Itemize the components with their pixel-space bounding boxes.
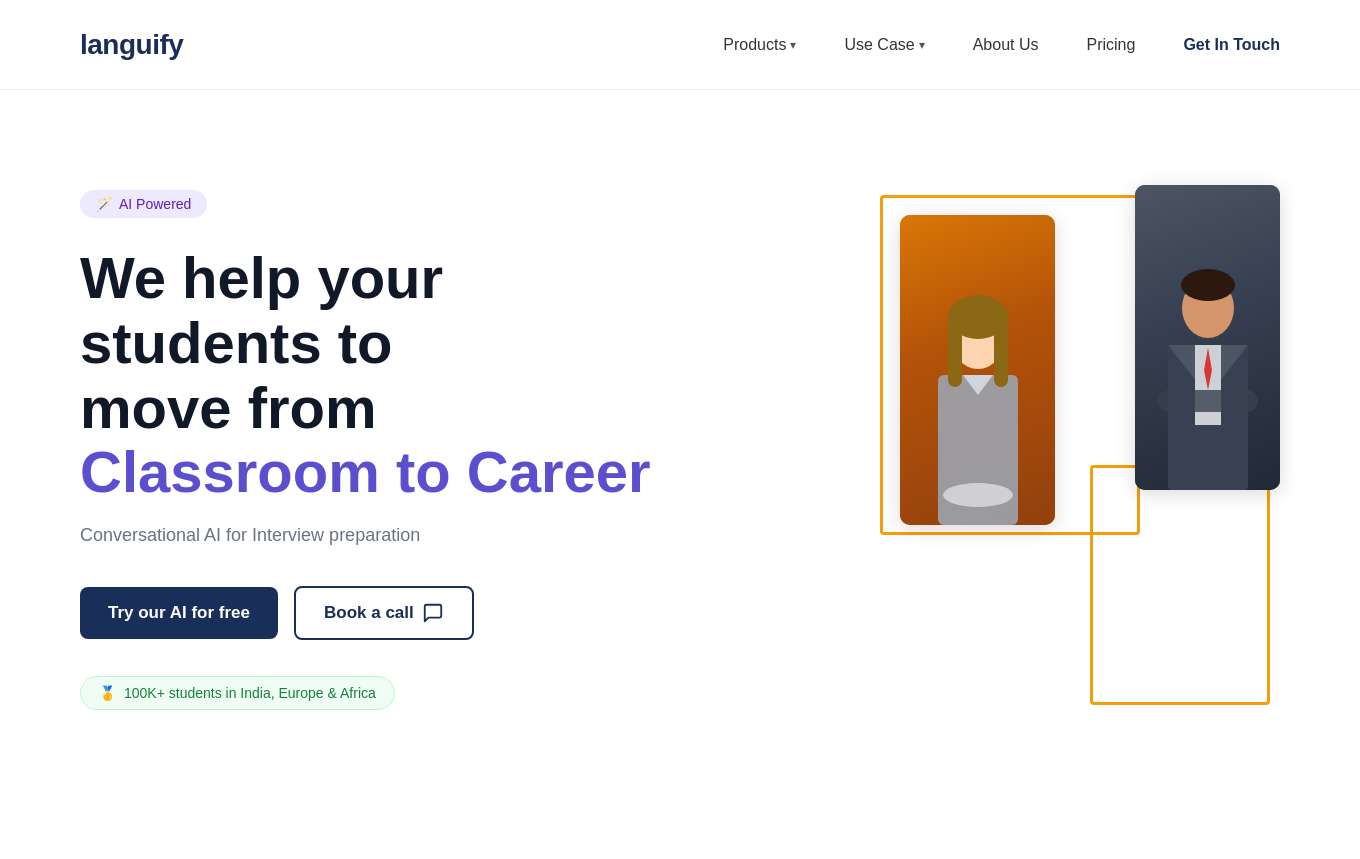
nav-label-about-us: About Us (973, 36, 1039, 54)
woman-silhouette (918, 285, 1038, 525)
hero-section: 🪄 AI Powered We help your students to mo… (0, 90, 1360, 790)
chevron-down-icon: ▾ (790, 38, 796, 52)
chevron-down-icon: ▾ (919, 38, 925, 52)
nav-item-about-us[interactable]: About Us (973, 36, 1039, 54)
nav-item-use-case[interactable]: Use Case ▾ (844, 36, 924, 54)
students-badge: 🥇 100K+ students in India, Europe & Afri… (80, 676, 395, 710)
hero-left: 🪄 AI Powered We help your students to mo… (80, 190, 680, 711)
photo-man (1135, 185, 1280, 490)
nav-item-get-in-touch[interactable]: Get In Touch (1183, 36, 1280, 54)
nav-label-get-in-touch: Get In Touch (1183, 36, 1280, 54)
photo-man-inner (1135, 185, 1280, 490)
svg-rect-14 (1158, 390, 1258, 412)
nav-label-pricing: Pricing (1087, 36, 1136, 54)
nav-item-products[interactable]: Products ▾ (723, 36, 796, 54)
nav-label-products: Products (723, 36, 786, 54)
svg-rect-3 (948, 317, 962, 387)
hero-title: We help your students to move from Class… (80, 246, 680, 506)
hero-buttons: Try our AI for free Book a call (80, 586, 680, 640)
photo-woman (900, 215, 1055, 525)
chat-icon (422, 602, 444, 624)
svg-rect-4 (994, 317, 1008, 387)
nav-links: Products ▾ Use Case ▾ About Us Pricing G… (723, 36, 1280, 54)
students-badge-icon: 🥇 (99, 685, 116, 701)
hero-subtitle: Conversational AI for Interview preparat… (80, 525, 680, 546)
navbar: languify Products ▾ Use Case ▾ About Us … (0, 0, 1360, 90)
hero-title-line2: move from (80, 375, 377, 440)
ai-badge: 🪄 AI Powered (80, 190, 207, 218)
hero-images (900, 185, 1280, 715)
hero-title-highlight: Classroom to Career (80, 439, 651, 504)
try-ai-button[interactable]: Try our AI for free (80, 587, 278, 639)
photo-woman-inner (900, 215, 1055, 525)
hero-title-line1: We help your students to (80, 245, 443, 375)
ai-badge-icon: 🪄 (96, 196, 113, 212)
book-call-button[interactable]: Book a call (294, 586, 474, 640)
svg-point-6 (943, 483, 1013, 507)
ai-badge-text: AI Powered (119, 196, 191, 212)
logo[interactable]: languify (80, 29, 183, 61)
nav-item-pricing[interactable]: Pricing (1087, 36, 1136, 54)
nav-label-use-case: Use Case (844, 36, 914, 54)
students-badge-text: 100K+ students in India, Europe & Africa (124, 685, 376, 701)
yellow-border-bottom-right (1090, 465, 1270, 705)
book-call-label: Book a call (324, 603, 414, 623)
svg-point-13 (1181, 269, 1235, 301)
man-silhouette (1153, 260, 1263, 490)
